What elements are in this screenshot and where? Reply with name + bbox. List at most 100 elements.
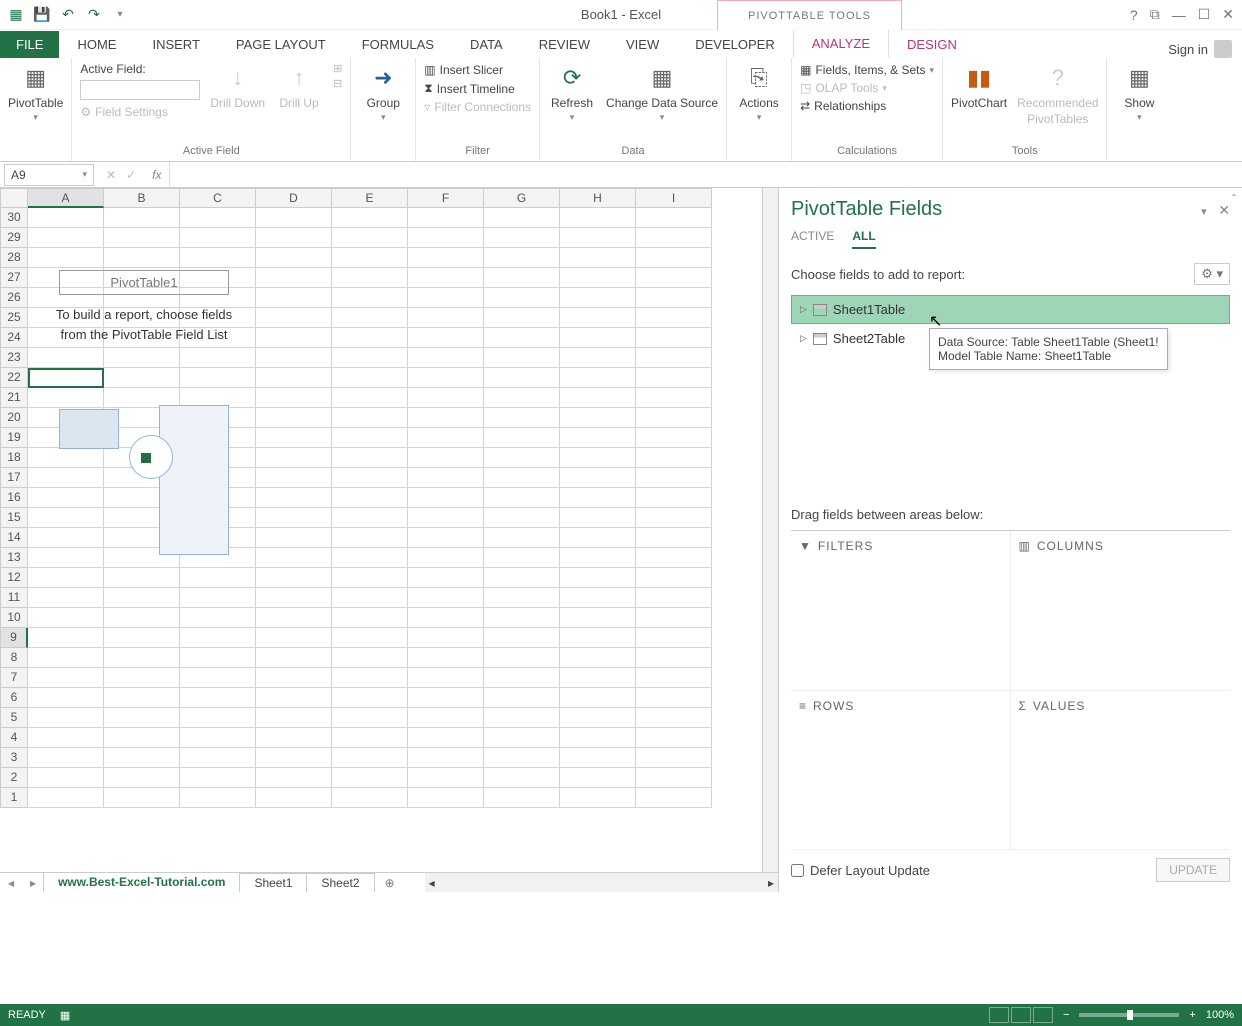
cell[interactable] [104, 728, 180, 748]
taskpane-close-icon[interactable]: ✕ [1218, 202, 1230, 218]
cell[interactable] [104, 268, 180, 288]
cell[interactable] [560, 268, 636, 288]
cell[interactable] [28, 788, 104, 808]
cell[interactable] [484, 468, 560, 488]
cell[interactable] [636, 528, 712, 548]
cell[interactable] [408, 788, 484, 808]
cell[interactable] [104, 748, 180, 768]
sheet-tab-sheet2[interactable]: Sheet2 [306, 873, 374, 892]
cell[interactable] [104, 288, 180, 308]
row-header[interactable]: 28 [0, 248, 28, 268]
cell[interactable] [332, 628, 408, 648]
cell[interactable] [180, 328, 256, 348]
cell[interactable] [636, 308, 712, 328]
row-header[interactable]: 11 [0, 588, 28, 608]
cell[interactable] [104, 408, 180, 428]
cell[interactable] [636, 628, 712, 648]
cell[interactable] [560, 528, 636, 548]
cell[interactable] [484, 548, 560, 568]
col-header-H[interactable]: H [560, 188, 636, 208]
cell[interactable] [256, 508, 332, 528]
cell[interactable] [104, 768, 180, 788]
cell[interactable] [408, 468, 484, 488]
cell[interactable] [180, 368, 256, 388]
cell[interactable] [332, 548, 408, 568]
pivotchart-button[interactable]: ▮▮ PivotChart [951, 62, 1007, 110]
col-header-E[interactable]: E [332, 188, 408, 208]
tab-developer[interactable]: DEVELOPER [677, 31, 792, 58]
cell[interactable] [180, 768, 256, 788]
fx-icon[interactable]: fx [146, 168, 161, 182]
row-header[interactable]: 27 [0, 268, 28, 288]
cell[interactable] [560, 328, 636, 348]
cell[interactable] [104, 788, 180, 808]
cell[interactable] [104, 648, 180, 668]
cell[interactable] [484, 268, 560, 288]
tab-formulas[interactable]: FORMULAS [344, 31, 452, 58]
tab-page-layout[interactable]: PAGE LAYOUT [218, 31, 344, 58]
cell[interactable] [636, 788, 712, 808]
tab-home[interactable]: HOME [59, 31, 134, 58]
cell[interactable] [332, 288, 408, 308]
row-header[interactable]: 21 [0, 388, 28, 408]
actions-button[interactable]: ⎘ Actions▾ [735, 62, 783, 123]
cell[interactable] [256, 748, 332, 768]
cell[interactable] [636, 508, 712, 528]
defer-layout-checkbox[interactable]: Defer Layout Update [791, 863, 930, 878]
cell[interactable] [332, 768, 408, 788]
cell[interactable] [104, 208, 180, 228]
minimize-icon[interactable]: — [1172, 7, 1186, 23]
cell[interactable] [484, 568, 560, 588]
cell[interactable] [484, 608, 560, 628]
defer-checkbox-input[interactable] [791, 864, 804, 877]
cell[interactable] [484, 648, 560, 668]
cell[interactable] [484, 428, 560, 448]
cell[interactable] [636, 488, 712, 508]
cell[interactable] [560, 648, 636, 668]
cell[interactable] [256, 308, 332, 328]
cell[interactable] [28, 748, 104, 768]
cell[interactable] [636, 648, 712, 668]
cell[interactable] [180, 208, 256, 228]
cell[interactable] [180, 788, 256, 808]
cell[interactable] [28, 408, 104, 428]
cell[interactable] [332, 488, 408, 508]
sheet-nav-next[interactable]: ▸ [22, 876, 44, 890]
page-layout-view-button[interactable] [1011, 1007, 1031, 1023]
cell[interactable] [104, 328, 180, 348]
sheet-tab-tutorial[interactable]: www.Best-Excel-Tutorial.com [43, 872, 240, 893]
cell[interactable] [332, 668, 408, 688]
cell[interactable] [28, 448, 104, 468]
row-header[interactable]: 13 [0, 548, 28, 568]
cell[interactable] [28, 768, 104, 788]
cell[interactable] [484, 408, 560, 428]
cell[interactable] [408, 728, 484, 748]
cell[interactable] [408, 768, 484, 788]
cell[interactable] [104, 528, 180, 548]
row-header[interactable]: 29 [0, 228, 28, 248]
group-button[interactable]: ➜ Group ▾ [359, 62, 407, 123]
cell[interactable] [28, 568, 104, 588]
row-header[interactable]: 20 [0, 408, 28, 428]
hscroll-right-icon[interactable]: ▸ [768, 876, 774, 890]
maximize-icon[interactable]: ☐ [1198, 6, 1211, 23]
cell[interactable] [28, 668, 104, 688]
cell[interactable] [256, 648, 332, 668]
cell[interactable] [180, 508, 256, 528]
macro-record-icon[interactable]: ▦ [60, 1009, 70, 1022]
row-header[interactable]: 2 [0, 768, 28, 788]
row-header[interactable]: 7 [0, 668, 28, 688]
cell[interactable] [180, 228, 256, 248]
cell[interactable] [28, 328, 104, 348]
cell[interactable] [408, 608, 484, 628]
cell[interactable] [408, 348, 484, 368]
cell[interactable] [28, 488, 104, 508]
cell[interactable] [180, 688, 256, 708]
tab-design[interactable]: DESIGN [889, 31, 975, 58]
cell[interactable] [104, 668, 180, 688]
page-break-view-button[interactable] [1033, 1007, 1053, 1023]
zoom-in-button[interactable]: + [1189, 1009, 1195, 1021]
cell[interactable] [408, 208, 484, 228]
cell[interactable] [408, 548, 484, 568]
cell[interactable] [332, 408, 408, 428]
